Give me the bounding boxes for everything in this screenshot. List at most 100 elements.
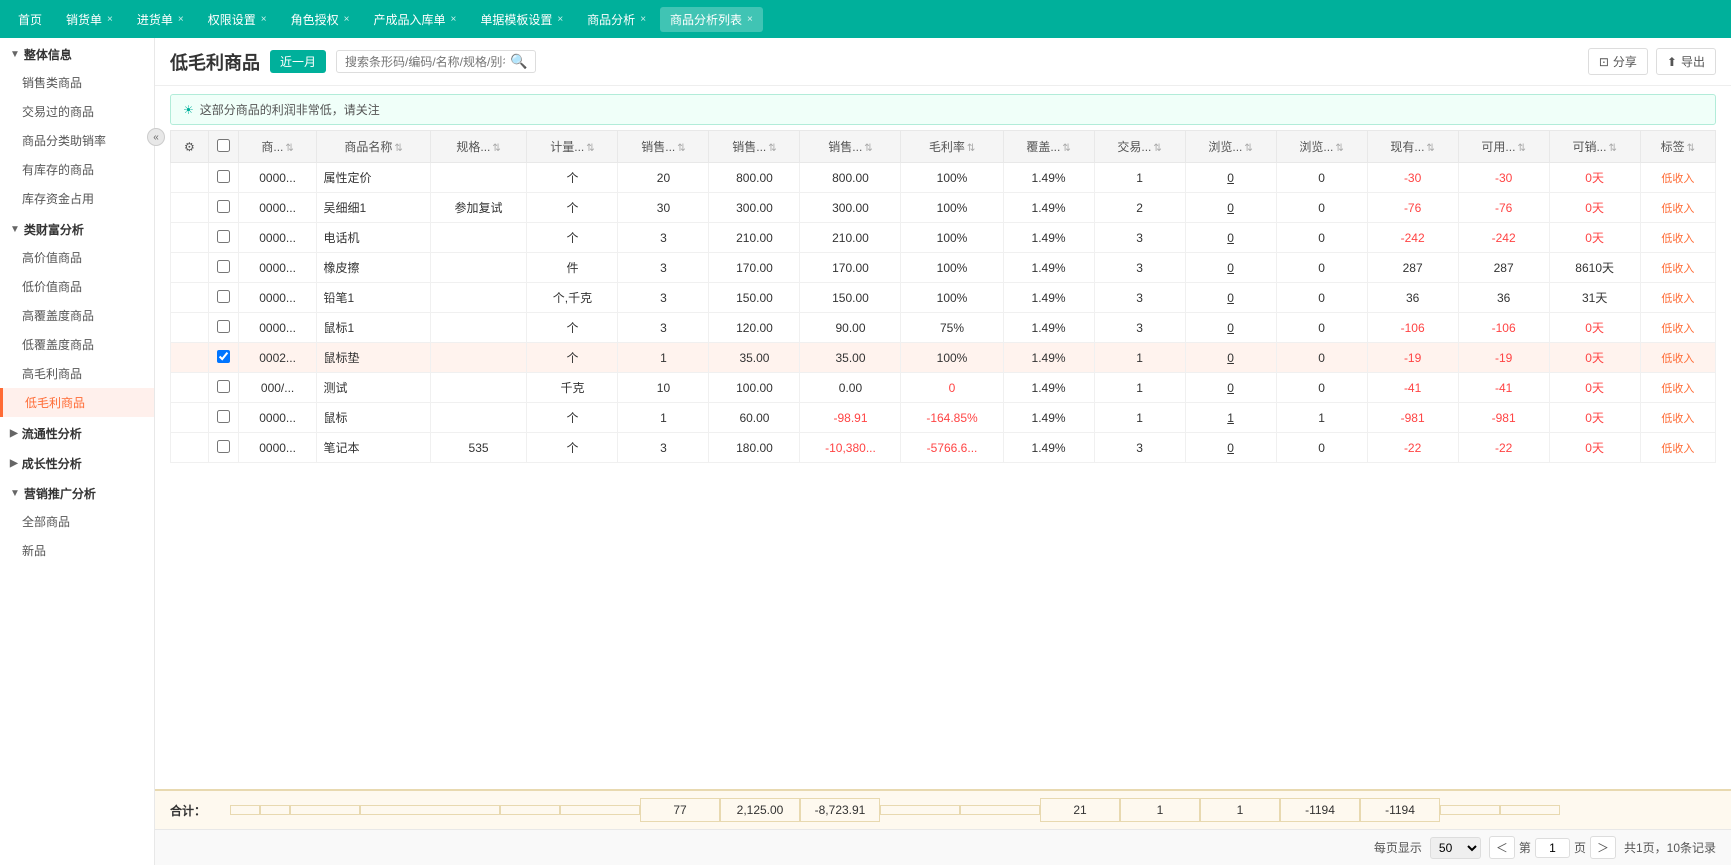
nav-permission[interactable]: 权限设置× (198, 7, 277, 32)
row-checkbox-cell[interactable] (208, 433, 238, 463)
sidebar-item-category-rate[interactable]: 商品分类助销率 (0, 126, 154, 155)
nav-close-product-analysis[interactable]: × (640, 14, 646, 25)
col-sale[interactable]: 销售...⇅ (800, 131, 901, 163)
row-checkbox-cell[interactable] (208, 313, 238, 343)
col-price[interactable]: 销售...⇅ (709, 131, 800, 163)
col-settings[interactable]: ⚙ (171, 131, 209, 163)
row-name[interactable]: 电话机 (317, 223, 430, 253)
row-browse-link[interactable]: 1 (1185, 403, 1276, 433)
sidebar-item-stock-goods[interactable]: 有库存的商品 (0, 155, 154, 184)
nav-home[interactable]: 首页 (8, 7, 52, 32)
row-browse-link[interactable]: 0 (1185, 313, 1276, 343)
row-name[interactable]: 鼠标1 (317, 313, 430, 343)
row-name[interactable]: 笔记本 (317, 433, 430, 463)
nav-product-analysis-list[interactable]: 商品分析列表× (660, 7, 763, 32)
col-code[interactable]: 商...⇅ (238, 131, 317, 163)
col-cover[interactable]: 交易...⇅ (1094, 131, 1185, 163)
sidebar-group-overall[interactable]: ▼ 整体信息 (0, 38, 154, 68)
col-qty[interactable]: 销售...⇅ (618, 131, 709, 163)
row-name[interactable]: 鼠标垫 (317, 343, 430, 373)
row-browse-link[interactable]: 0 (1185, 223, 1276, 253)
search-input[interactable] (345, 55, 505, 69)
sidebar-item-capital[interactable]: 库存资金占用 (0, 184, 154, 213)
row-checkbox[interactable] (217, 170, 230, 183)
row-checkbox[interactable] (217, 320, 230, 333)
row-name[interactable]: 橡皮擦 (317, 253, 430, 283)
col-gross[interactable]: 毛利率⇅ (901, 131, 1003, 163)
sidebar-item-new-goods[interactable]: 新品 (0, 536, 154, 565)
search-icon[interactable]: 🔍 (510, 53, 527, 70)
row-checkbox-cell[interactable] (208, 163, 238, 193)
row-checkbox-cell[interactable] (208, 223, 238, 253)
row-browse-link[interactable]: 0 (1185, 193, 1276, 223)
col-spec[interactable]: 规格...⇅ (430, 131, 527, 163)
col-browse[interactable]: 浏览...⇅ (1276, 131, 1367, 163)
col-salable[interactable]: 可销...⇅ (1549, 131, 1640, 163)
prev-page-button[interactable]: ＜ (1489, 836, 1515, 859)
row-name[interactable]: 铅笔1 (317, 283, 430, 313)
col-avail[interactable]: 可用...⇅ (1458, 131, 1549, 163)
row-browse-link[interactable]: 0 (1185, 283, 1276, 313)
row-checkbox[interactable] (217, 380, 230, 393)
sidebar-item-high-value[interactable]: 高价值商品 (0, 243, 154, 272)
col-checkbox[interactable] (208, 131, 238, 163)
nav-close-role[interactable]: × (344, 14, 350, 25)
current-page-input[interactable] (1535, 838, 1570, 858)
sidebar-group-liquidity[interactable]: ▶ 流通性分析 (0, 417, 154, 447)
sidebar-item-sales-goods[interactable]: 销售类商品 (0, 68, 154, 97)
sidebar-item-low-margin[interactable]: 低毛利商品 (0, 388, 154, 417)
nav-close-template[interactable]: × (557, 14, 563, 25)
row-browse-link[interactable]: 0 (1185, 373, 1276, 403)
row-name[interactable]: 属性定价 (317, 163, 430, 193)
sidebar-item-traded-goods[interactable]: 交易过的商品 (0, 97, 154, 126)
row-checkbox-cell[interactable] (208, 373, 238, 403)
sidebar-item-high-coverage[interactable]: 高覆盖度商品 (0, 301, 154, 330)
sidebar-collapse-button[interactable]: « (147, 128, 165, 146)
row-browse-link[interactable]: 0 (1185, 253, 1276, 283)
sidebar-group-growth[interactable]: ▶ 成长性分析 (0, 447, 154, 477)
row-browse-link[interactable]: 0 (1185, 433, 1276, 463)
row-checkbox-cell[interactable] (208, 283, 238, 313)
nav-product-entry[interactable]: 产成品入库单× (363, 7, 466, 32)
nav-template[interactable]: 单据模板设置× (470, 7, 573, 32)
export-button[interactable]: ⬆ 导出 (1656, 48, 1716, 75)
row-checkbox-cell[interactable] (208, 343, 238, 373)
col-margin[interactable]: 覆盖...⇅ (1003, 131, 1094, 163)
row-checkbox[interactable] (217, 200, 230, 213)
col-unit[interactable]: 计量...⇅ (527, 131, 618, 163)
next-page-button[interactable]: ＞ (1590, 836, 1616, 859)
row-checkbox[interactable] (217, 290, 230, 303)
nav-close-permission[interactable]: × (261, 14, 267, 25)
sidebar-group-marketing[interactable]: ▼ 营销推广分析 (0, 477, 154, 507)
col-stock[interactable]: 现有...⇅ (1367, 131, 1458, 163)
nav-close-product-entry[interactable]: × (450, 14, 456, 25)
nav-close-sales[interactable]: × (107, 14, 113, 25)
sidebar-item-low-coverage[interactable]: 低覆盖度商品 (0, 330, 154, 359)
nav-purchase[interactable]: 进货单× (127, 7, 194, 32)
sidebar-group-wealth[interactable]: ▼ 类财富分析 (0, 213, 154, 243)
row-name[interactable]: 测试 (317, 373, 430, 403)
row-checkbox[interactable] (217, 410, 230, 423)
row-checkbox-cell[interactable] (208, 193, 238, 223)
col-name[interactable]: 商品名称⇅ (317, 131, 430, 163)
col-tag[interactable]: 标签⇅ (1640, 131, 1715, 163)
row-checkbox[interactable] (217, 440, 230, 453)
row-browse-link[interactable]: 0 (1185, 343, 1276, 373)
col-browse-link[interactable]: 浏览...⇅ (1185, 131, 1276, 163)
sidebar-item-low-value[interactable]: 低价值商品 (0, 272, 154, 301)
row-checkbox[interactable] (217, 260, 230, 273)
row-checkbox[interactable] (217, 230, 230, 243)
select-all-checkbox[interactable] (217, 139, 230, 152)
nav-role[interactable]: 角色授权× (281, 7, 360, 32)
sidebar-item-high-margin[interactable]: 高毛利商品 (0, 359, 154, 388)
nav-sales[interactable]: 销货单× (56, 7, 123, 32)
sidebar-item-all-goods[interactable]: 全部商品 (0, 507, 154, 536)
date-filter-button[interactable]: 近一月 (270, 50, 326, 73)
row-name[interactable]: 鼠标 (317, 403, 430, 433)
row-browse-link[interactable]: 0 (1185, 163, 1276, 193)
row-name[interactable]: 吴细细1 (317, 193, 430, 223)
share-button[interactable]: ⊡ 分享 (1588, 48, 1648, 75)
row-checkbox-cell[interactable] (208, 253, 238, 283)
nav-close-product-analysis-list[interactable]: × (747, 14, 753, 25)
per-page-select[interactable]: 50 100 200 (1430, 837, 1481, 859)
